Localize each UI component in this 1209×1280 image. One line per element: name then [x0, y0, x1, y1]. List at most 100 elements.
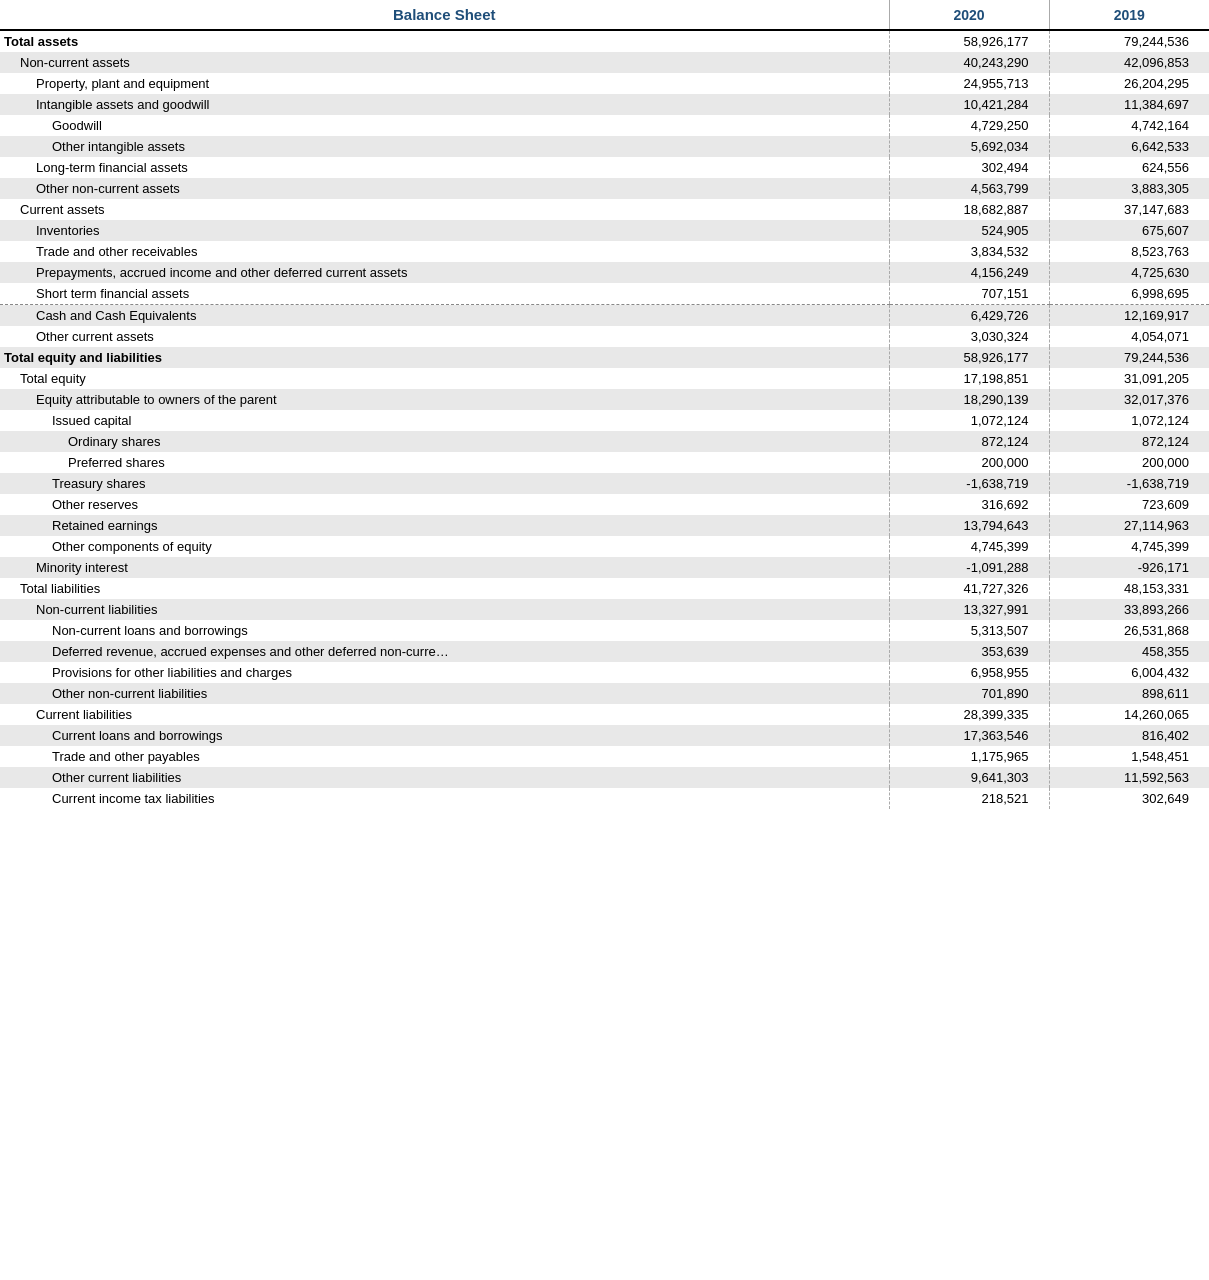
- table-row: Other current assets3,030,3244,054,071: [0, 326, 1209, 347]
- row-label: Deferred revenue, accrued expenses and o…: [0, 641, 889, 662]
- row-label: Inventories: [0, 220, 889, 241]
- row-label: Non-current assets: [0, 52, 889, 73]
- row-label: Current assets: [0, 199, 889, 220]
- value-2020: 1,175,965: [889, 746, 1049, 767]
- row-label: Total equity: [0, 368, 889, 389]
- table-row: Trade and other receivables3,834,5328,52…: [0, 241, 1209, 262]
- row-label: Other non-current liabilities: [0, 683, 889, 704]
- value-2019: 37,147,683: [1049, 199, 1209, 220]
- value-2019: 816,402: [1049, 725, 1209, 746]
- value-2019: 26,531,868: [1049, 620, 1209, 641]
- table-row: Intangible assets and goodwill10,421,284…: [0, 94, 1209, 115]
- row-label: Current liabilities: [0, 704, 889, 725]
- value-2019: 48,153,331: [1049, 578, 1209, 599]
- value-2019: 79,244,536: [1049, 347, 1209, 368]
- value-2020: 28,399,335: [889, 704, 1049, 725]
- value-2019: 11,384,697: [1049, 94, 1209, 115]
- value-2019: 200,000: [1049, 452, 1209, 473]
- value-2019: -1,638,719: [1049, 473, 1209, 494]
- table-row: Other components of equity4,745,3994,745…: [0, 536, 1209, 557]
- row-label: Preferred shares: [0, 452, 889, 473]
- row-label: Retained earnings: [0, 515, 889, 536]
- table-row: Current assets18,682,88737,147,683: [0, 199, 1209, 220]
- value-2019: 3,883,305: [1049, 178, 1209, 199]
- value-2020: 18,290,139: [889, 389, 1049, 410]
- table-row: Provisions for other liabilities and cha…: [0, 662, 1209, 683]
- value-2020: 353,639: [889, 641, 1049, 662]
- table-row: Non-current liabilities13,327,99133,893,…: [0, 599, 1209, 620]
- col-2020-header: 2020: [889, 0, 1049, 30]
- header-row: Balance Sheet 2020 2019: [0, 0, 1209, 30]
- table-row: Other current liabilities9,641,30311,592…: [0, 767, 1209, 788]
- row-label: Other intangible assets: [0, 136, 889, 157]
- value-2020: 4,745,399: [889, 536, 1049, 557]
- value-2020: 9,641,303: [889, 767, 1049, 788]
- value-2020: 872,124: [889, 431, 1049, 452]
- value-2020: 13,794,643: [889, 515, 1049, 536]
- value-2020: -1,638,719: [889, 473, 1049, 494]
- table-row: Prepayments, accrued income and other de…: [0, 262, 1209, 283]
- row-label: Provisions for other liabilities and cha…: [0, 662, 889, 683]
- row-label: Intangible assets and goodwill: [0, 94, 889, 115]
- value-2019: 27,114,963: [1049, 515, 1209, 536]
- row-label: Issued capital: [0, 410, 889, 431]
- value-2019: 4,054,071: [1049, 326, 1209, 347]
- value-2019: 4,745,399: [1049, 536, 1209, 557]
- value-2020: 200,000: [889, 452, 1049, 473]
- table-row: Property, plant and equipment24,955,7132…: [0, 73, 1209, 94]
- value-2020: 6,958,955: [889, 662, 1049, 683]
- value-2019: 4,742,164: [1049, 115, 1209, 136]
- table-title: Balance Sheet: [0, 0, 889, 30]
- value-2020: 218,521: [889, 788, 1049, 809]
- table-row: Current loans and borrowings17,363,54681…: [0, 725, 1209, 746]
- table-row: Short term financial assets707,1516,998,…: [0, 283, 1209, 305]
- balance-sheet-table: Balance Sheet 2020 2019 Total assets58,9…: [0, 0, 1209, 809]
- table-row: Long-term financial assets302,494624,556: [0, 157, 1209, 178]
- col-2019-header: 2019: [1049, 0, 1209, 30]
- row-label: Prepayments, accrued income and other de…: [0, 262, 889, 283]
- value-2019: 4,725,630: [1049, 262, 1209, 283]
- table-row: Total equity17,198,85131,091,205: [0, 368, 1209, 389]
- row-label: Minority interest: [0, 557, 889, 578]
- table-row: Deferred revenue, accrued expenses and o…: [0, 641, 1209, 662]
- value-2020: 5,692,034: [889, 136, 1049, 157]
- table-row: Current income tax liabilities218,521302…: [0, 788, 1209, 809]
- value-2019: 12,169,917: [1049, 305, 1209, 327]
- table-row: Other non-current liabilities701,890898,…: [0, 683, 1209, 704]
- value-2019: 32,017,376: [1049, 389, 1209, 410]
- table-row: Issued capital1,072,1241,072,124: [0, 410, 1209, 431]
- value-2020: 17,363,546: [889, 725, 1049, 746]
- value-2020: 701,890: [889, 683, 1049, 704]
- value-2019: 675,607: [1049, 220, 1209, 241]
- table-row: Other reserves316,692723,609: [0, 494, 1209, 515]
- row-label: Long-term financial assets: [0, 157, 889, 178]
- value-2020: 18,682,887: [889, 199, 1049, 220]
- value-2019: 458,355: [1049, 641, 1209, 662]
- value-2020: 707,151: [889, 283, 1049, 305]
- row-label: Goodwill: [0, 115, 889, 136]
- table-row: Treasury shares-1,638,719-1,638,719: [0, 473, 1209, 494]
- value-2019: 11,592,563: [1049, 767, 1209, 788]
- value-2020: 13,327,991: [889, 599, 1049, 620]
- row-label: Other current liabilities: [0, 767, 889, 788]
- row-label: Equity attributable to owners of the par…: [0, 389, 889, 410]
- value-2019: 1,072,124: [1049, 410, 1209, 431]
- value-2019: 6,998,695: [1049, 283, 1209, 305]
- table-row: Total liabilities41,727,32648,153,331: [0, 578, 1209, 599]
- table-row: Cash and Cash Equivalents6,429,72612,169…: [0, 305, 1209, 327]
- value-2019: 42,096,853: [1049, 52, 1209, 73]
- row-label: Cash and Cash Equivalents: [0, 305, 889, 327]
- table-row: Non-current assets40,243,29042,096,853: [0, 52, 1209, 73]
- row-label: Other non-current assets: [0, 178, 889, 199]
- table-row: Other non-current assets4,563,7993,883,3…: [0, 178, 1209, 199]
- value-2019: 31,091,205: [1049, 368, 1209, 389]
- table-row: Ordinary shares872,124872,124: [0, 431, 1209, 452]
- value-2020: 302,494: [889, 157, 1049, 178]
- value-2019: -926,171: [1049, 557, 1209, 578]
- row-label: Non-current loans and borrowings: [0, 620, 889, 641]
- row-label: Total equity and liabilities: [0, 347, 889, 368]
- table-row: Other intangible assets5,692,0346,642,53…: [0, 136, 1209, 157]
- value-2020: 58,926,177: [889, 347, 1049, 368]
- table-row: Inventories524,905675,607: [0, 220, 1209, 241]
- table-row: Preferred shares200,000200,000: [0, 452, 1209, 473]
